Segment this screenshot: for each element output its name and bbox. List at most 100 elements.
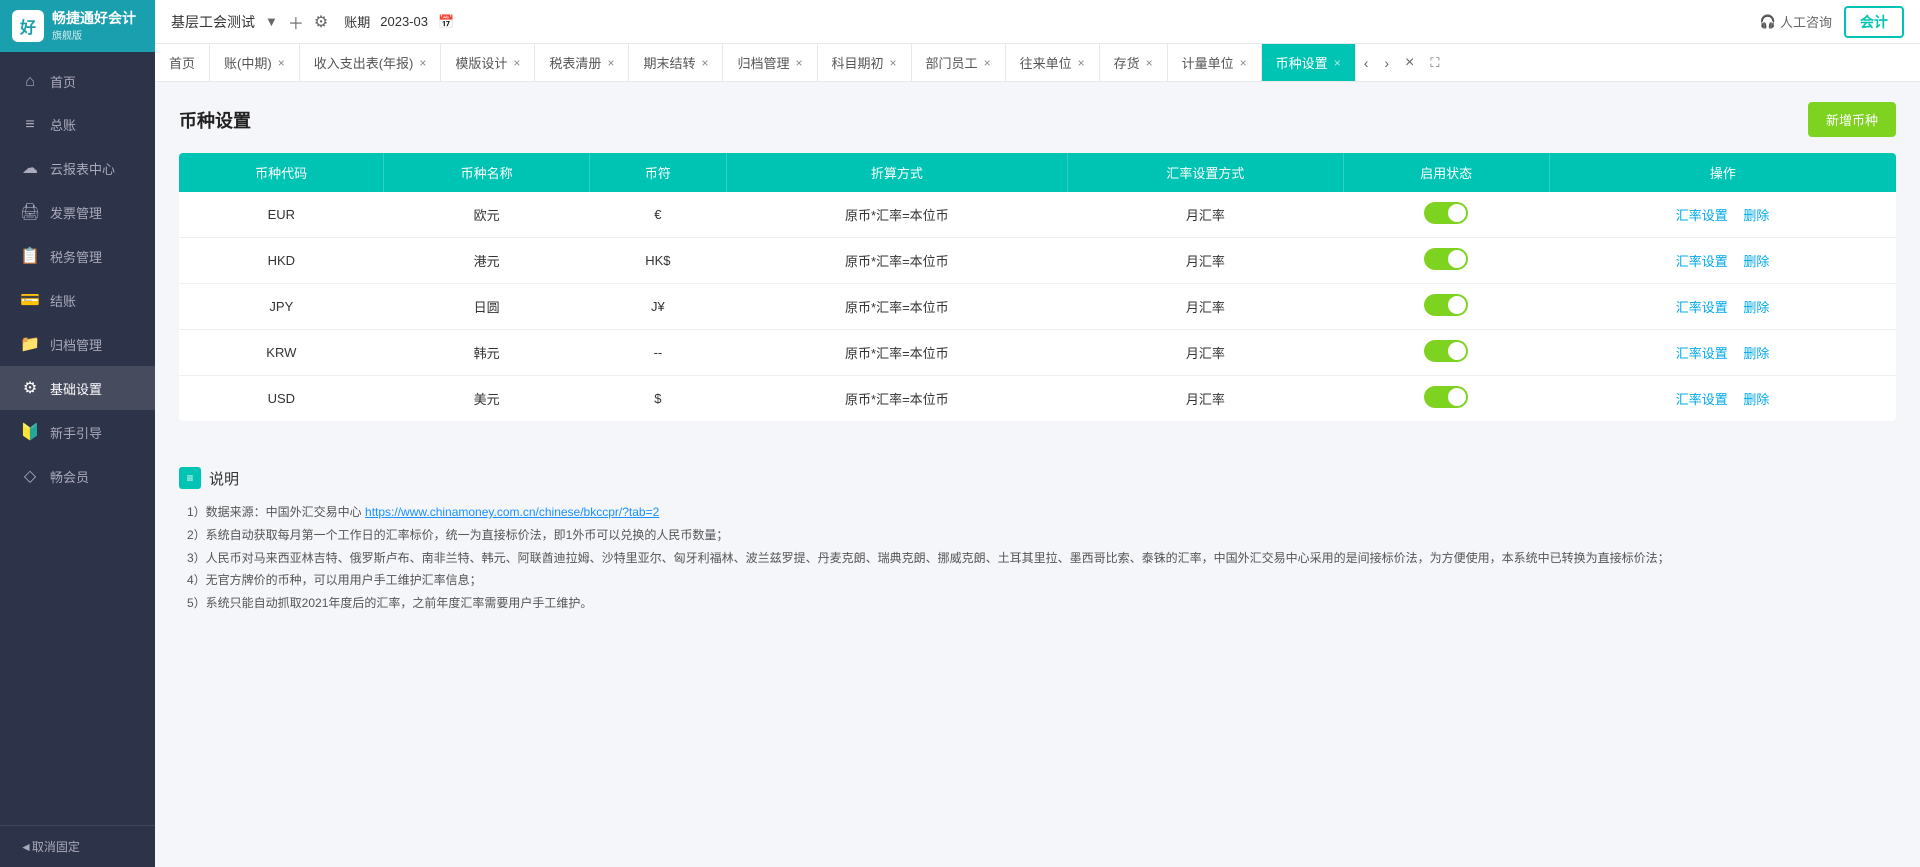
cell-symbol: $ [590, 376, 726, 422]
delete-link[interactable]: 删除 [1743, 254, 1769, 269]
help-button[interactable]: 🎧 人工咨询 [1760, 12, 1832, 31]
cell-code: JPY [179, 284, 384, 330]
sidebar-item-guide[interactable]: 🔰 新手引导 [0, 410, 155, 454]
sidebar-pin-toggle[interactable]: ◄取消固定 [0, 825, 155, 867]
tab-close-icon[interactable]: × [1334, 56, 1341, 70]
tab-template[interactable]: 模版设计 × [441, 44, 535, 82]
delete-link[interactable]: 删除 [1743, 300, 1769, 315]
sidebar: 好 畅捷通好会计 旗舰版 ⌂ 首页 ≡ 总账 ☁ 云报表中心 🖨 发票管理 📋 … [0, 0, 155, 867]
tab-period-end[interactable]: 期末结转 × [629, 44, 723, 82]
rate-setting-link[interactable]: 汇率设置 [1676, 392, 1728, 407]
sidebar-item-home[interactable]: ⌂ 首页 [0, 60, 155, 103]
currency-table: 币种代码 币种名称 币符 折算方式 汇率设置方式 启用状态 操作 EUR 欧元 … [179, 153, 1896, 421]
sidebar-nav: ⌂ 首页 ≡ 总账 ☁ 云报表中心 🖨 发票管理 📋 税务管理 💳 结账 📁 归… [0, 52, 155, 825]
tab-tax-list[interactable]: 税表清册 × [535, 44, 629, 82]
sidebar-item-basic[interactable]: ⚙ 基础设置 [0, 366, 155, 410]
close-accounts-icon: 💳 [20, 290, 40, 310]
calendar-icon[interactable]: 📅 [438, 14, 454, 30]
china-money-link[interactable]: https://www.chinamoney.com.cn/chinese/bk… [365, 505, 659, 519]
page-content: 币种设置 新增币种 币种代码 币种名称 币符 折算方式 汇率设置方式 启用状态 … [155, 82, 1920, 867]
tab-close-icon[interactable]: × [1078, 56, 1085, 70]
sidebar-item-reports[interactable]: ☁ 云报表中心 [0, 146, 155, 190]
cell-status [1343, 376, 1549, 422]
cell-code: HKD [179, 238, 384, 284]
delete-link[interactable]: 删除 [1743, 346, 1769, 361]
table-header-row: 币种代码 币种名称 币符 折算方式 汇率设置方式 启用状态 操作 [179, 153, 1896, 192]
note-item: 3）人民币对马来西亚林吉特、俄罗斯卢布、南非兰特、韩元、阿联酋迪拉姆、沙特里亚尔… [187, 547, 1896, 570]
sidebar-item-label: 首页 [50, 72, 76, 91]
tab-close-icon[interactable]: × [1146, 56, 1153, 70]
rate-setting-link[interactable]: 汇率设置 [1676, 300, 1728, 315]
member-icon: ◇ [20, 466, 40, 486]
notes-list: 1）数据来源：中国外汇交易中心 https://www.chinamoney.c… [179, 501, 1896, 615]
sidebar-item-label: 发票管理 [50, 203, 102, 222]
tab-close-icon[interactable]: × [513, 56, 520, 70]
company-dropdown-icon[interactable]: ▼ [265, 14, 278, 29]
delete-link[interactable]: 删除 [1743, 208, 1769, 223]
rate-setting-link[interactable]: 汇率设置 [1676, 208, 1728, 223]
tab-mid-period[interactable]: 账(中期) × [210, 44, 300, 82]
cell-calc: 原币*汇率=本位币 [726, 238, 1067, 284]
sidebar-item-label: 畅会员 [50, 467, 89, 486]
tab-next-btn[interactable]: › [1376, 44, 1397, 82]
tab-subjects[interactable]: 科目期初 × [818, 44, 912, 82]
tab-close-all-btn[interactable]: × [1397, 44, 1422, 82]
tab-units[interactable]: 计量单位 × [1168, 44, 1262, 82]
sidebar-item-label: 结账 [50, 291, 76, 310]
new-currency-button[interactable]: 新增币种 [1808, 102, 1896, 137]
sidebar-item-tax[interactable]: 📋 税务管理 [0, 234, 155, 278]
tab-archive[interactable]: 归档管理 × [723, 44, 817, 82]
cell-rate-type: 月汇率 [1068, 284, 1344, 330]
tab-currency[interactable]: 币种设置 × [1262, 44, 1356, 82]
sidebar-item-ledger[interactable]: ≡ 总账 [0, 103, 155, 146]
cell-name: 美元 [384, 376, 590, 422]
col-name: 币种名称 [384, 153, 590, 192]
cell-symbol: J¥ [590, 284, 726, 330]
tab-income-report[interactable]: 收入支出表(年报) × [300, 44, 442, 82]
company-settings-icon[interactable]: ⚙ [314, 12, 328, 32]
enable-toggle[interactable] [1424, 340, 1468, 362]
enable-toggle[interactable] [1424, 386, 1468, 408]
enable-toggle[interactable] [1424, 202, 1468, 224]
home-icon: ⌂ [20, 73, 40, 91]
col-calc: 折算方式 [726, 153, 1067, 192]
tab-prev-btn[interactable]: ‹ [1356, 44, 1377, 82]
tab-dept[interactable]: 部门员工 × [912, 44, 1006, 82]
table-row: HKD 港元 HK$ 原币*汇率=本位币 月汇率 汇率设置 删除 [179, 238, 1896, 284]
enable-toggle[interactable] [1424, 294, 1468, 316]
tab-close-icon[interactable]: × [1240, 56, 1247, 70]
note-item: 1）数据来源：中国外汇交易中心 https://www.chinamoney.c… [187, 501, 1896, 524]
tab-close-icon[interactable]: × [984, 56, 991, 70]
cell-actions: 汇率设置 删除 [1549, 330, 1896, 376]
account-button[interactable]: 会计 [1844, 6, 1904, 38]
tab-home[interactable]: 首页 [155, 44, 210, 82]
pin-label: ◄取消固定 [20, 838, 80, 855]
tab-close-icon[interactable]: × [796, 56, 803, 70]
enable-toggle[interactable] [1424, 248, 1468, 270]
tab-label: 模版设计 [455, 53, 507, 72]
tab-inventory[interactable]: 存货 × [1100, 44, 1168, 82]
archive-icon: 📁 [20, 334, 40, 354]
cell-actions: 汇率设置 删除 [1549, 238, 1896, 284]
sidebar-item-invoice[interactable]: 🖨 发票管理 [0, 190, 155, 234]
sidebar-item-close[interactable]: 💳 结账 [0, 278, 155, 322]
cell-rate-type: 月汇率 [1068, 238, 1344, 284]
sidebar-item-archive[interactable]: 📁 归档管理 [0, 322, 155, 366]
cell-rate-type: 月汇率 [1068, 376, 1344, 422]
add-company-icon[interactable]: ＋ [288, 10, 304, 34]
rate-setting-link[interactable]: 汇率设置 [1676, 254, 1728, 269]
tab-close-icon[interactable]: × [278, 56, 285, 70]
tab-close-icon[interactable]: × [701, 56, 708, 70]
sidebar-item-member[interactable]: ◇ 畅会员 [0, 454, 155, 498]
tab-close-icon[interactable]: × [890, 56, 897, 70]
tab-close-icon[interactable]: × [419, 56, 426, 70]
cell-rate-type: 月汇率 [1068, 330, 1344, 376]
notes-title: 说明 [209, 468, 239, 489]
rate-setting-link[interactable]: 汇率设置 [1676, 346, 1728, 361]
tab-expand-btn[interactable]: ⛶ [1422, 44, 1447, 82]
tab-close-icon[interactable]: × [607, 56, 614, 70]
ledger-icon: ≡ [20, 116, 40, 134]
cell-symbol: € [590, 192, 726, 238]
delete-link[interactable]: 删除 [1743, 392, 1769, 407]
tab-contacts[interactable]: 往来单位 × [1006, 44, 1100, 82]
